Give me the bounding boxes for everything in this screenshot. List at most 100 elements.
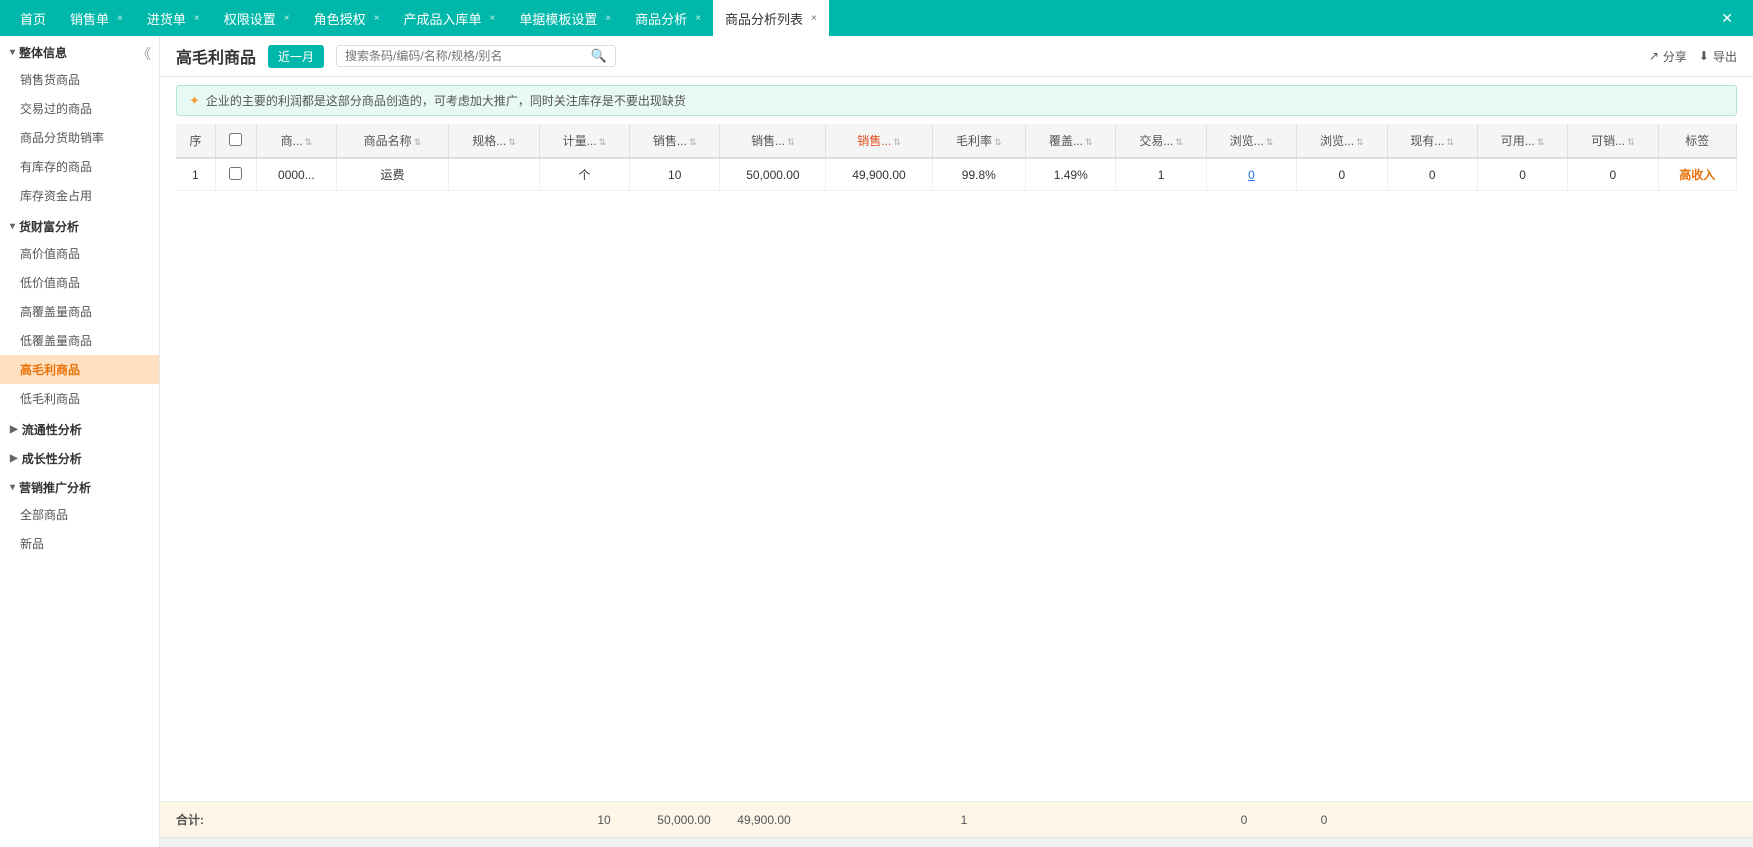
nav-role[interactable]: 角色授权 × — [302, 0, 392, 36]
nav-product-analysis[interactable]: 商品分析 × — [623, 0, 713, 36]
sidebar-group-growth[interactable]: ▶ 成长性分析 — [0, 442, 159, 471]
nav-purchase-order[interactable]: 进货单 × — [135, 0, 212, 36]
sidebar-group-wealth[interactable]: ▾ 货财富分析 — [0, 210, 159, 239]
col-current-stock[interactable]: 现有...⇅ — [1387, 124, 1477, 158]
sidebar-item-new-goods[interactable]: 新品 — [0, 529, 159, 558]
cell-unit: 个 — [539, 158, 629, 191]
sort-icon[interactable]: ⇅ — [689, 137, 697, 147]
sort-icon[interactable]: ⇅ — [1627, 137, 1635, 147]
table-row: 1 0000... 运费 个 10 50,000.00 49,900.00 99… — [176, 158, 1737, 191]
chevron-right-icon: ▶ — [10, 424, 18, 435]
sort-icon[interactable]: ⇅ — [1537, 137, 1545, 147]
col-available[interactable]: 可用...⇅ — [1477, 124, 1567, 158]
col-code[interactable]: 商...⇅ — [257, 124, 336, 158]
close-icon[interactable]: × — [811, 13, 817, 24]
sidebar-item-low-coverage[interactable]: 低覆盖量商品 — [0, 326, 159, 355]
cell-browse1[interactable]: 0 — [1206, 158, 1296, 191]
col-transaction[interactable]: 交易...⇅ — [1116, 124, 1206, 158]
sidebar-item-all-goods[interactable]: 全部商品 — [0, 500, 159, 529]
sidebar-item-sales-goods[interactable]: 销售货商品 — [0, 65, 159, 94]
cell-checkbox[interactable] — [215, 158, 257, 191]
col-saleable[interactable]: 可销...⇅ — [1568, 124, 1658, 158]
close-icon[interactable]: × — [374, 13, 380, 24]
info-text: 企业的主要的利润都是这部分商品创造的，可考虑加大推广，同时关注库存是不要出现缺货 — [206, 92, 686, 109]
close-icon[interactable]: × — [117, 13, 123, 24]
col-coverage[interactable]: 覆盖...⇅ — [1026, 124, 1116, 158]
sidebar-item-stocked-goods[interactable]: 有库存的商品 — [0, 152, 159, 181]
nav-permission[interactable]: 权限设置 × — [212, 0, 302, 36]
chevron-down-icon: ▾ — [10, 482, 15, 493]
export-icon: ⬇ — [1699, 49, 1709, 63]
sidebar-item-inventory-capital[interactable]: 库存资金占用 — [0, 181, 159, 210]
nav-sales-order[interactable]: 销售单 × — [58, 0, 135, 36]
sort-icon[interactable]: ⇅ — [305, 137, 313, 147]
sort-icon[interactable]: ⇅ — [599, 137, 607, 147]
share-button[interactable]: ↗ 分享 — [1649, 48, 1687, 65]
footer-cell-profit: 49,900.00 — [724, 813, 804, 827]
sort-icon[interactable]: ⇅ — [1266, 137, 1274, 147]
sidebar-item-goods-assist-rate[interactable]: 商品分货助销率 — [0, 123, 159, 152]
close-icon[interactable]: × — [194, 13, 200, 24]
col-seq: 序 — [176, 124, 215, 158]
sort-icon[interactable]: ⇅ — [1356, 137, 1364, 147]
sort-icon[interactable]: ⇅ — [893, 137, 901, 147]
cell-name: 运费 — [336, 158, 449, 191]
page-title: 高毛利商品 — [176, 44, 256, 68]
col-browse2[interactable]: 浏览...⇅ — [1297, 124, 1387, 158]
data-table: 序 商...⇅ 商品名称⇅ 规格...⇅ 计量...⇅ 销售...⇅ 销售...… — [176, 124, 1737, 191]
main-layout: 《 ▾ 整体信息 销售货商品 交易过的商品 商品分货助销率 有库存的商品 库存资… — [0, 36, 1753, 847]
col-tag: 标签 — [1658, 124, 1736, 158]
sidebar-collapse-button[interactable]: 《 — [137, 44, 151, 64]
content-area: 高毛利商品 近一月 🔍 ↗ 分享 ⬇ 导出 ✦ 企业的主要的利润都是这部分商品创… — [160, 36, 1753, 847]
sidebar-item-high-value[interactable]: 高价值商品 — [0, 239, 159, 268]
footer-cells: 10 50,000.00 49,900.00 1 0 0 — [224, 813, 1364, 827]
horizontal-scrollbar[interactable] — [160, 837, 1753, 847]
sort-icon[interactable]: ⇅ — [1175, 137, 1183, 147]
sort-icon[interactable]: ⇅ — [414, 137, 422, 147]
top-navigation: 首页 销售单 × 进货单 × 权限设置 × 角色授权 × 产成品入库单 × 单据… — [0, 0, 1753, 36]
col-spec[interactable]: 规格...⇅ — [449, 124, 539, 158]
footer-cell-amt: 50,000.00 — [644, 813, 724, 827]
nav-template[interactable]: 单据模板设置 × — [507, 0, 623, 36]
col-name[interactable]: 商品名称⇅ — [336, 124, 449, 158]
sort-icon[interactable]: ⇅ — [994, 137, 1002, 147]
search-wrapper: 🔍 — [336, 45, 616, 67]
row-checkbox[interactable] — [229, 167, 242, 180]
cell-current-stock: 0 — [1387, 158, 1477, 191]
export-button[interactable]: ⬇ 导出 — [1699, 48, 1737, 65]
select-all-checkbox[interactable] — [229, 133, 242, 146]
footer-cell-saleable: 0 — [1284, 813, 1364, 827]
sidebar-item-high-coverage[interactable]: 高覆盖量商品 — [0, 297, 159, 326]
close-icon[interactable]: × — [489, 13, 495, 24]
sort-icon[interactable]: ⇅ — [1085, 137, 1093, 147]
col-gross-margin[interactable]: 毛利率⇅ — [932, 124, 1026, 158]
sort-icon[interactable]: ⇅ — [787, 137, 795, 147]
col-browse1[interactable]: 浏览...⇅ — [1206, 124, 1296, 158]
close-icon[interactable]: × — [284, 13, 290, 24]
close-icon[interactable]: × — [605, 13, 611, 24]
col-sales-profit[interactable]: 销售...⇅ — [826, 124, 932, 158]
chevron-right-icon: ▶ — [10, 453, 18, 464]
col-sales-qty[interactable]: 销售...⇅ — [630, 124, 720, 158]
time-filter-button[interactable]: 近一月 — [268, 45, 324, 68]
nav-home[interactable]: 首页 — [8, 0, 58, 36]
sidebar-item-traded-goods[interactable]: 交易过的商品 — [0, 94, 159, 123]
window-close-button[interactable]: ✕ — [1709, 10, 1745, 27]
sort-icon[interactable]: ⇅ — [508, 137, 516, 147]
close-icon[interactable]: × — [695, 13, 701, 24]
sidebar-item-low-value[interactable]: 低价值商品 — [0, 268, 159, 297]
chevron-down-icon: ▾ — [10, 47, 15, 58]
sidebar-group-liquidity[interactable]: ▶ 流通性分析 — [0, 413, 159, 442]
sidebar-group-marketing[interactable]: ▾ 营销推广分析 — [0, 471, 159, 500]
search-icon[interactable]: 🔍 — [591, 48, 607, 64]
sort-icon[interactable]: ⇅ — [1446, 137, 1454, 147]
sidebar-item-low-margin[interactable]: 低毛利商品 — [0, 384, 159, 413]
nav-product-storage[interactable]: 产成品入库单 × — [391, 0, 507, 36]
footer-cell-qty: 10 — [564, 813, 644, 827]
col-unit[interactable]: 计量...⇅ — [539, 124, 629, 158]
nav-product-analysis-list[interactable]: 商品分析列表 × — [713, 0, 829, 36]
search-input[interactable] — [345, 49, 587, 63]
col-sales-amt[interactable]: 销售...⇅ — [720, 124, 826, 158]
sidebar-item-high-margin[interactable]: 高毛利商品 — [0, 355, 159, 384]
sidebar-group-overall[interactable]: ▾ 整体信息 — [0, 36, 159, 65]
